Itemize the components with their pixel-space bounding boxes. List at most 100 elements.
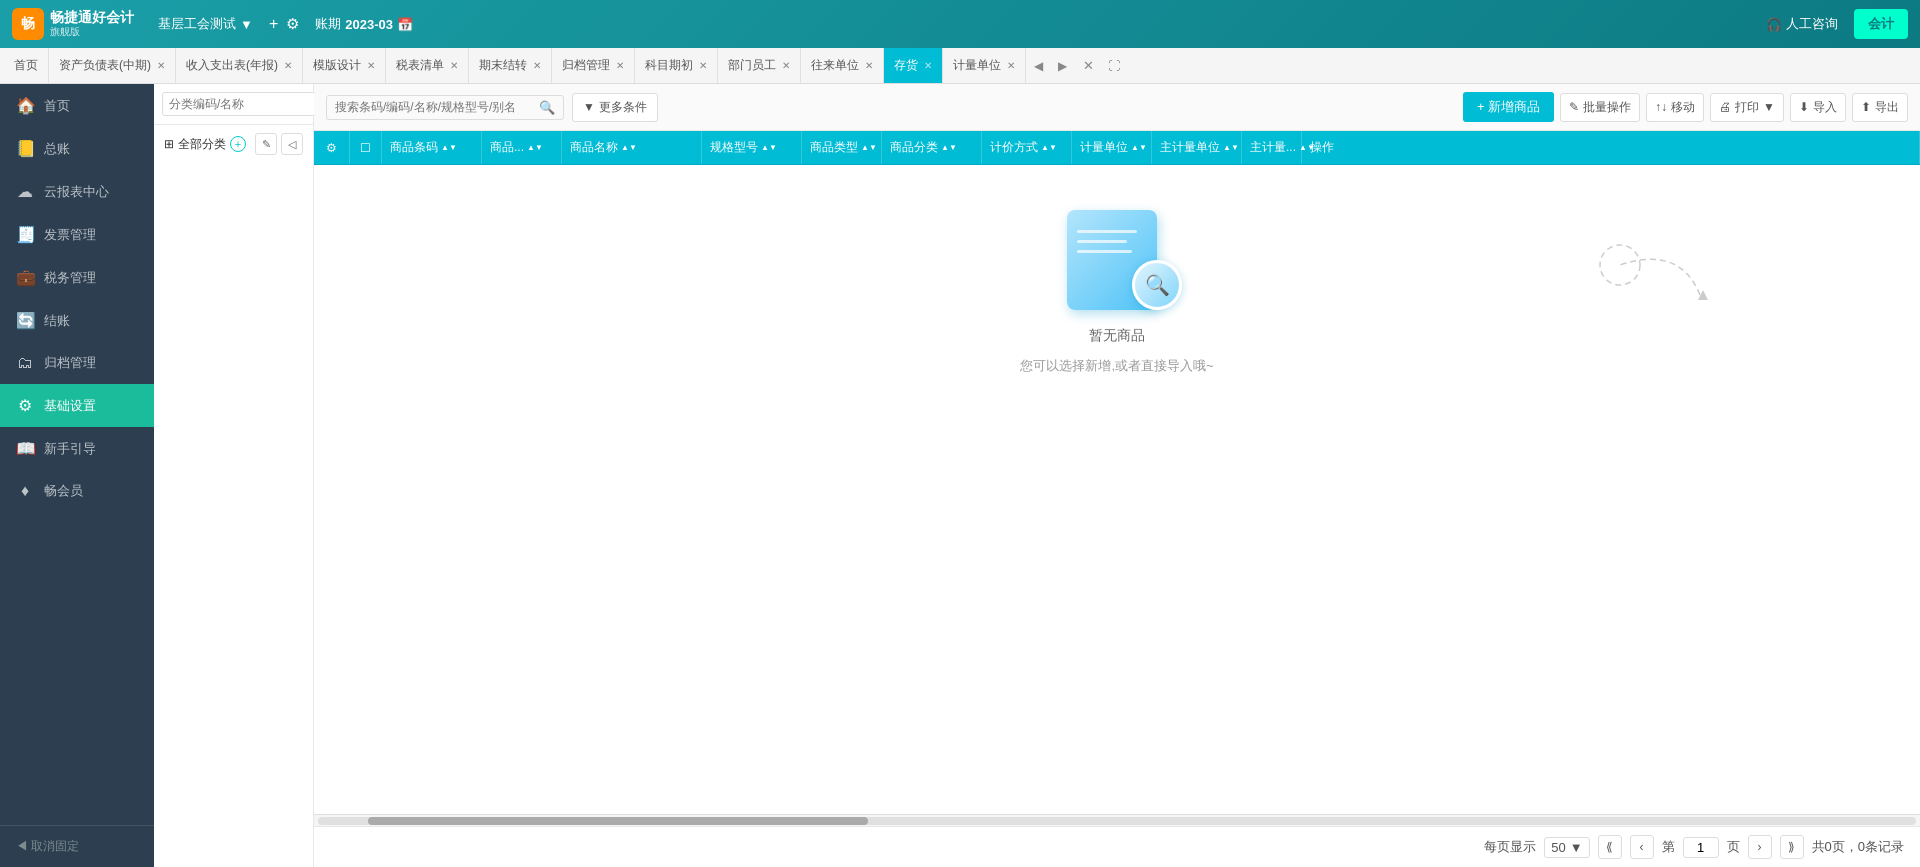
sidebar-item-reports[interactable]: ☁ 云报表中心 bbox=[0, 170, 154, 213]
tab-partners[interactable]: 往来单位 ✕ bbox=[801, 48, 884, 84]
move-btn[interactable]: ↑↓ 移动 bbox=[1646, 93, 1704, 122]
archive-icon: 🗂 bbox=[16, 354, 34, 372]
th-code[interactable]: 商品... ▲▼ bbox=[482, 131, 562, 164]
settings-icon[interactable]: ⚙ bbox=[286, 15, 299, 33]
close-icon[interactable]: ✕ bbox=[865, 60, 873, 71]
th-main-unit[interactable]: 主计量单位 ▲▼ bbox=[1152, 131, 1242, 164]
content-area: 🔍 ⊞ 全部分类 + ✎ ◁ bbox=[154, 84, 1920, 867]
tab-scroll-right[interactable]: ▶ bbox=[1050, 48, 1074, 84]
th-spec[interactable]: 规格型号 ▲▼ bbox=[702, 131, 802, 164]
sidebar-item-home[interactable]: 🏠 首页 bbox=[0, 84, 154, 127]
product-search-input[interactable] bbox=[335, 100, 535, 114]
tab-archive[interactable]: 归档管理 ✕ bbox=[552, 48, 635, 84]
dropdown-icon: ▼ bbox=[240, 17, 253, 32]
member-icon: ♦ bbox=[16, 482, 34, 500]
tab-inventory[interactable]: 存货 ✕ bbox=[884, 48, 943, 84]
close-icon[interactable]: ✕ bbox=[699, 60, 707, 71]
close-icon[interactable]: ✕ bbox=[157, 60, 165, 71]
main-layout: 🏠 首页 📒 总账 ☁ 云报表中心 🧾 发票管理 💼 税务管理 🔄 结账 🗂 归… bbox=[0, 84, 1920, 867]
page-size-selector[interactable]: 50 ▼ bbox=[1544, 837, 1589, 858]
th-unit[interactable]: 计量单位 ▲▼ bbox=[1072, 131, 1152, 164]
tab-home[interactable]: 首页 bbox=[4, 48, 49, 84]
sidebar-item-basic-settings[interactable]: ⚙ 基础设置 bbox=[0, 384, 154, 427]
close-icon[interactable]: ✕ bbox=[924, 60, 932, 71]
th-category[interactable]: 商品分类 ▲▼ bbox=[882, 131, 982, 164]
category-edit-btn[interactable]: ✎ bbox=[255, 133, 277, 155]
tab-subject-init[interactable]: 科目期初 ✕ bbox=[635, 48, 718, 84]
tab-scroll-left[interactable]: ◀ bbox=[1026, 48, 1050, 84]
tab-template[interactable]: 模版设计 ✕ bbox=[303, 48, 386, 84]
th-num[interactable]: 主计量... ▲▼ bbox=[1242, 131, 1302, 164]
settings-col-icon: ⚙ bbox=[326, 141, 337, 155]
sidebar-item-invoice[interactable]: 🧾 发票管理 bbox=[0, 213, 154, 256]
tab-bar: 首页 资产负债表(中期) ✕ 收入支出表(年报) ✕ 模版设计 ✕ 税表清单 ✕… bbox=[0, 48, 1920, 84]
logo-icon: 畅 bbox=[12, 8, 44, 40]
checkbox-all[interactable]: ☐ bbox=[360, 141, 371, 155]
scroll-thumb[interactable] bbox=[368, 817, 868, 825]
sort-type: ▲▼ bbox=[861, 144, 877, 152]
sidebar-item-close-account[interactable]: 🔄 结账 bbox=[0, 299, 154, 342]
pagination: 每页显示 50 ▼ ⟪ ‹ 第 1 页 › ⟫ 共0页，0条记录 bbox=[314, 826, 1920, 867]
close-icon[interactable]: ✕ bbox=[367, 60, 375, 71]
category-collapse-btn[interactable]: ◁ bbox=[281, 133, 303, 155]
product-search-box[interactable]: 🔍 bbox=[326, 95, 564, 120]
batch-ops-btn[interactable]: ✎ 批量操作 bbox=[1560, 93, 1640, 122]
company-selector[interactable]: 基层工会测试 ▼ bbox=[150, 11, 261, 37]
category-search-input[interactable] bbox=[162, 92, 326, 116]
printer-icon: 🖨 bbox=[1719, 100, 1731, 114]
maximize-icon[interactable]: ⛶ bbox=[1102, 48, 1126, 84]
horizontal-scrollbar[interactable] bbox=[314, 814, 1920, 826]
next-page-btn[interactable]: › bbox=[1748, 835, 1772, 859]
more-filter-btn[interactable]: ▼ 更多条件 bbox=[572, 93, 658, 122]
close-icon[interactable]: ✕ bbox=[450, 60, 458, 71]
import-btn[interactable]: ⬇ 导入 bbox=[1790, 93, 1846, 122]
close-all-tabs-btn[interactable]: ✕ bbox=[1074, 48, 1102, 84]
user-button[interactable]: 会计 bbox=[1854, 9, 1908, 39]
close-icon[interactable]: ✕ bbox=[1007, 60, 1015, 71]
sort-unit: ▲▼ bbox=[1131, 144, 1147, 152]
close-icon[interactable]: ✕ bbox=[533, 60, 541, 71]
th-settings[interactable]: ⚙ bbox=[314, 131, 350, 164]
close-icon[interactable]: ✕ bbox=[616, 60, 624, 71]
sidebar-collapse-btn[interactable]: ◀ 取消固定 bbox=[0, 825, 154, 867]
page-label: 第 bbox=[1662, 838, 1675, 856]
calendar-icon[interactable]: 📅 bbox=[397, 17, 413, 32]
close-icon[interactable]: ✕ bbox=[782, 60, 790, 71]
category-all-label[interactable]: 全部分类 bbox=[178, 136, 226, 153]
sidebar-item-member[interactable]: ♦ 畅会员 bbox=[0, 470, 154, 512]
add-category-btn[interactable]: + bbox=[230, 136, 246, 152]
per-page-label: 每页显示 bbox=[1484, 838, 1536, 856]
first-page-btn[interactable]: ⟪ bbox=[1598, 835, 1622, 859]
doc-line3 bbox=[1077, 250, 1132, 253]
home-icon: 🏠 bbox=[16, 96, 34, 115]
last-page-btn[interactable]: ⟫ bbox=[1780, 835, 1804, 859]
tab-period-transfer[interactable]: 期末结转 ✕ bbox=[469, 48, 552, 84]
th-name[interactable]: 商品名称 ▲▼ bbox=[562, 131, 702, 164]
tab-income[interactable]: 收入支出表(年报) ✕ bbox=[176, 48, 303, 84]
close-icon[interactable]: ✕ bbox=[284, 60, 292, 71]
page-suffix: 页 bbox=[1727, 838, 1740, 856]
print-btn[interactable]: 🖨 打印 ▼ bbox=[1710, 93, 1784, 122]
table-area: 🔍 ▼ 更多条件 + 新增商品 ✎ 批量操作 ↑↓ bbox=[314, 84, 1920, 867]
sidebar-item-ledger[interactable]: 📒 总账 bbox=[0, 127, 154, 170]
th-checkbox[interactable]: ☐ bbox=[350, 131, 382, 164]
th-type[interactable]: 商品类型 ▲▼ bbox=[802, 131, 882, 164]
new-product-btn[interactable]: + 新增商品 bbox=[1463, 92, 1554, 122]
th-pricing[interactable]: 计价方式 ▲▼ bbox=[982, 131, 1072, 164]
category-panel: 🔍 ⊞ 全部分类 + ✎ ◁ bbox=[154, 84, 314, 867]
sidebar-item-archive[interactable]: 🗂 归档管理 bbox=[0, 342, 154, 384]
tab-dept-staff[interactable]: 部门员工 ✕ bbox=[718, 48, 801, 84]
tab-taxlist[interactable]: 税表清单 ✕ bbox=[386, 48, 469, 84]
logo-text-area: 畅捷通好会计 旗舰版 bbox=[50, 9, 134, 40]
tab-balance[interactable]: 资产负债表(中期) ✕ bbox=[49, 48, 176, 84]
add-tab-btn[interactable]: + bbox=[269, 15, 278, 33]
category-search-area: 🔍 bbox=[154, 84, 313, 125]
export-btn[interactable]: ⬆ 导出 bbox=[1852, 93, 1908, 122]
sidebar-item-guide[interactable]: 📖 新手引导 bbox=[0, 427, 154, 470]
prev-page-btn[interactable]: ‹ bbox=[1630, 835, 1654, 859]
sidebar-item-tax[interactable]: 💼 税务管理 bbox=[0, 256, 154, 299]
th-barcode[interactable]: 商品条码 ▲▼ bbox=[382, 131, 482, 164]
page-number-input[interactable]: 1 bbox=[1683, 837, 1719, 858]
help-button[interactable]: 🎧 人工咨询 bbox=[1758, 11, 1846, 37]
tab-unit[interactable]: 计量单位 ✕ bbox=[943, 48, 1026, 84]
